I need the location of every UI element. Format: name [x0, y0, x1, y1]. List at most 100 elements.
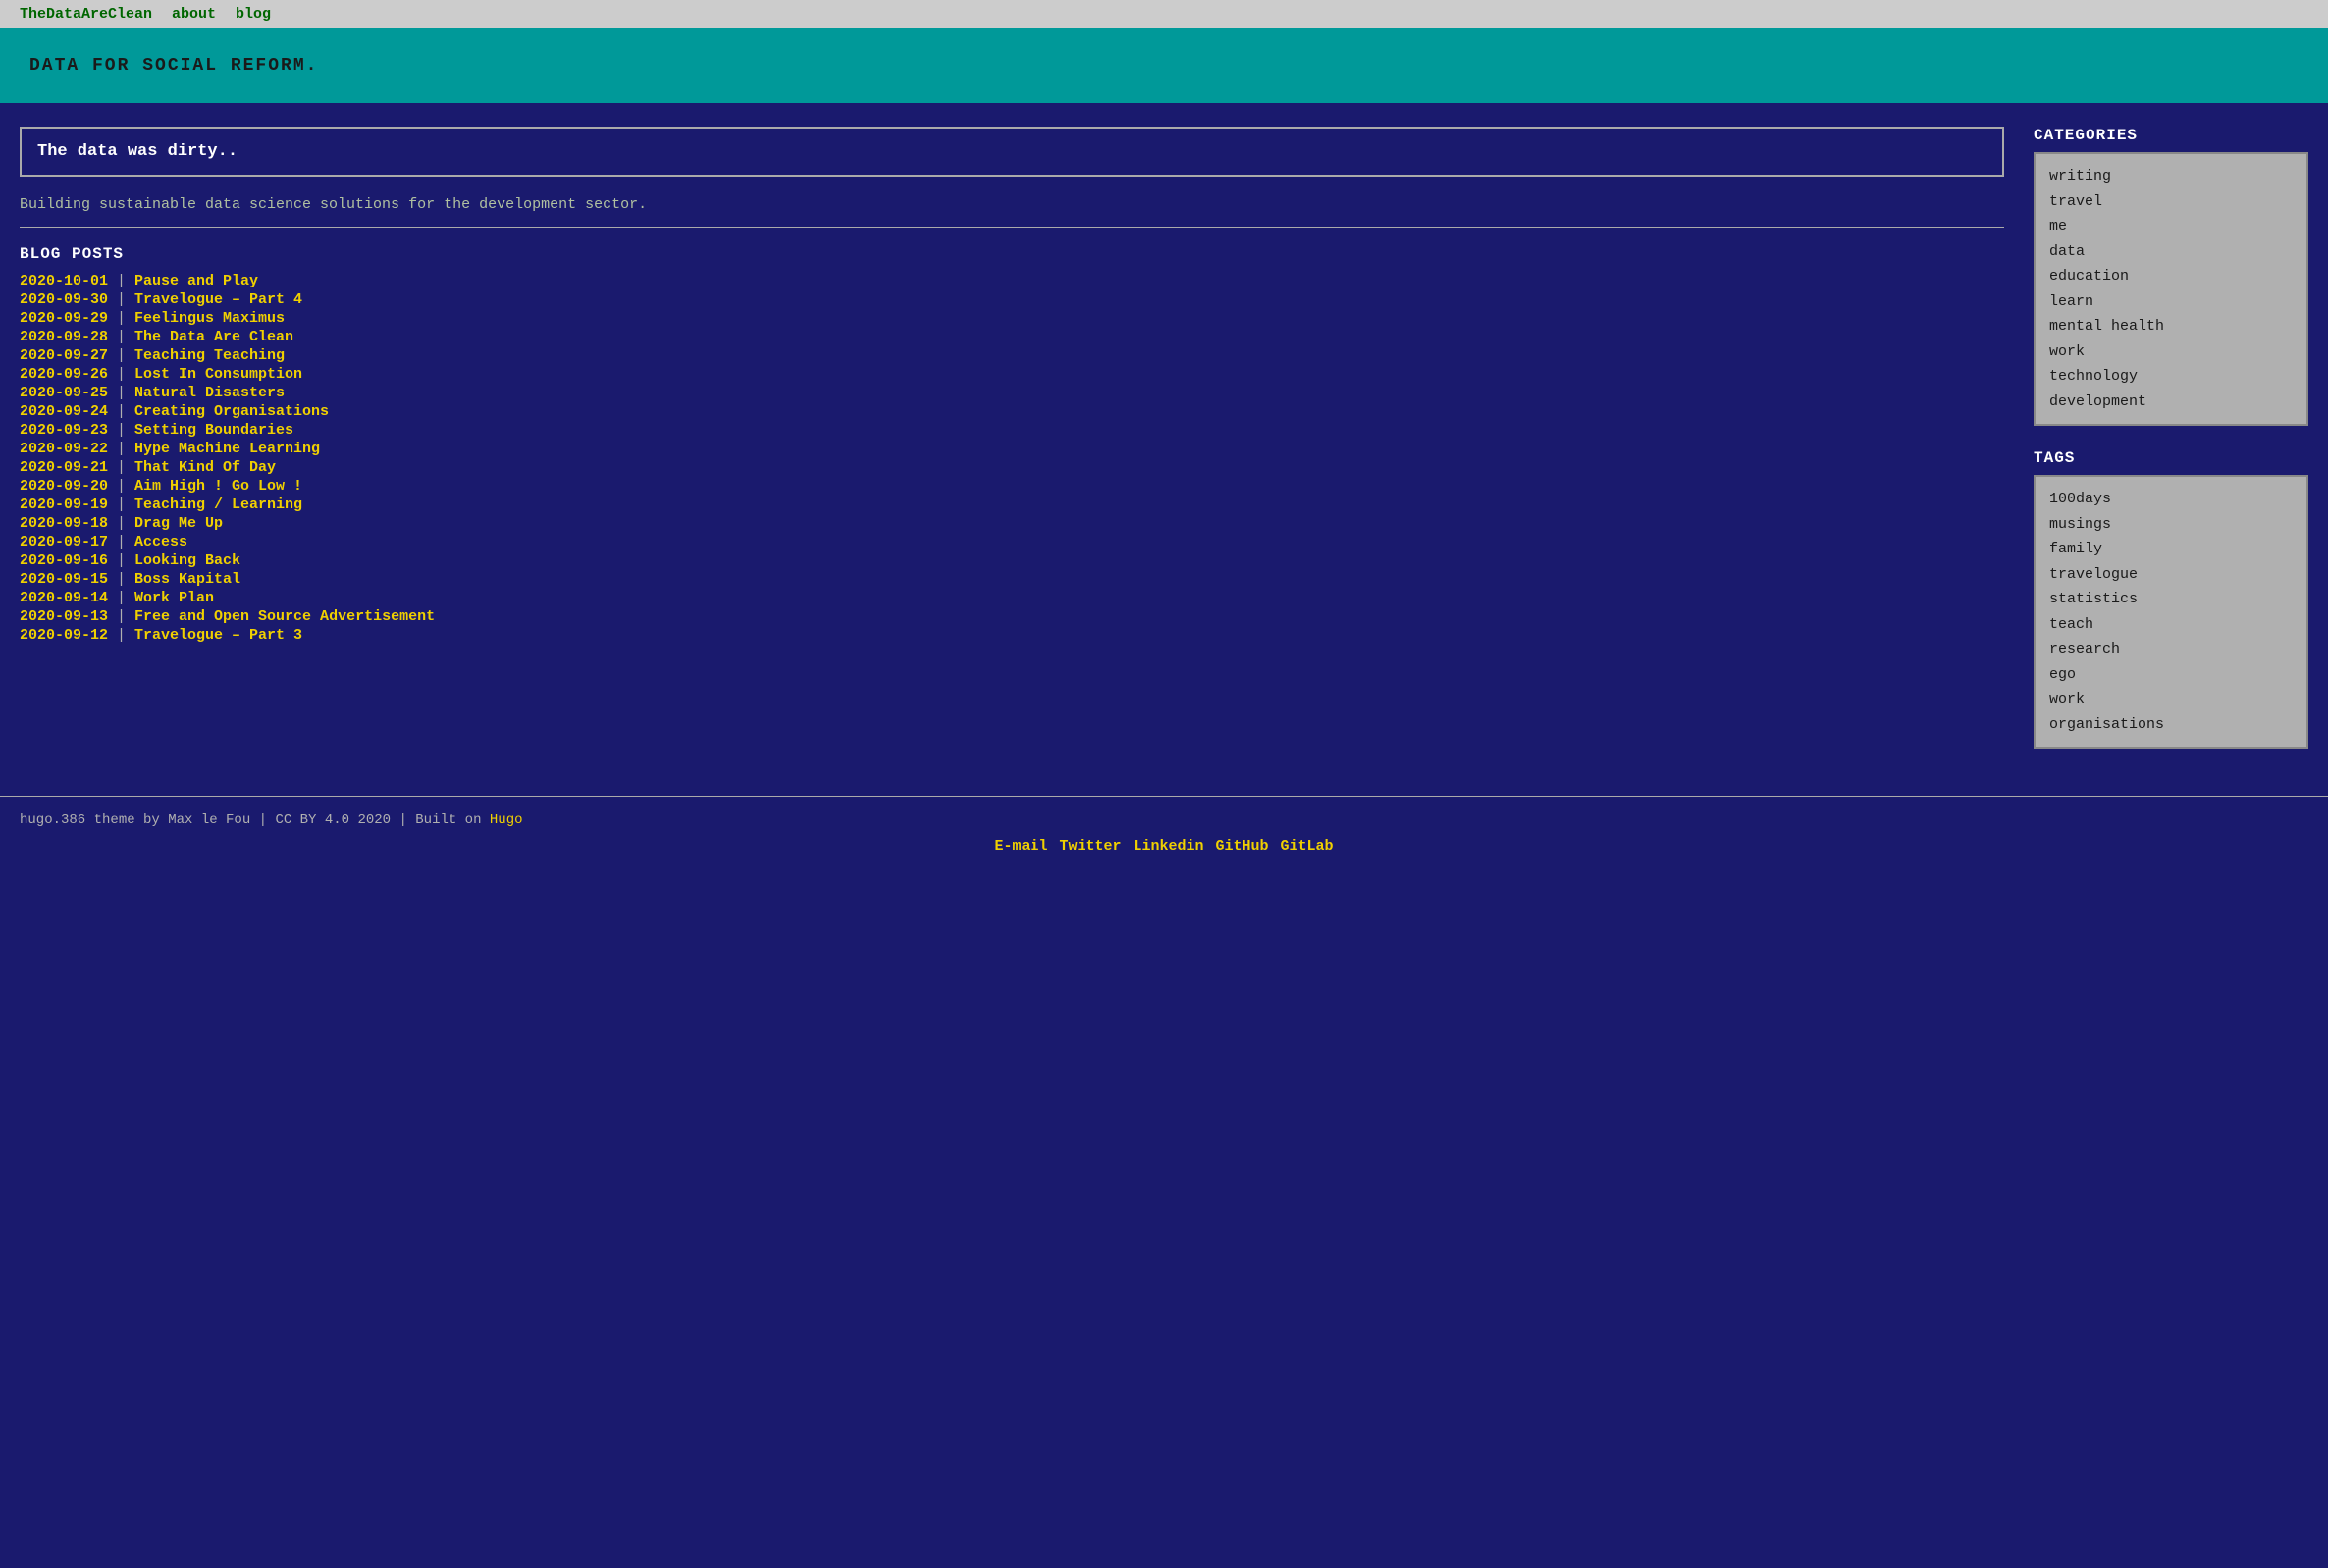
nav-site-title[interactable]: TheDataAreClean	[20, 6, 152, 23]
category-item[interactable]: development	[2049, 390, 2293, 415]
blog-post-link[interactable]: Teaching Teaching	[134, 347, 285, 364]
categories-box: writingtravelmedataeducationlearnmental …	[2034, 152, 2308, 426]
category-item[interactable]: education	[2049, 264, 2293, 289]
nav-blog[interactable]: blog	[236, 6, 271, 23]
blog-post-date: 2020-09-29	[20, 310, 108, 327]
footer-link-github[interactable]: GitHub	[1216, 838, 1269, 855]
tag-item[interactable]: travelogue	[2049, 562, 2293, 588]
tag-item[interactable]: teach	[2049, 612, 2293, 638]
blog-post-item: 2020-09-24 | Creating Organisations	[20, 403, 2004, 420]
footer-link-linkedin[interactable]: Linkedin	[1133, 838, 1203, 855]
blog-post-date: 2020-09-12	[20, 627, 108, 644]
blog-post-link[interactable]: Looking Back	[134, 552, 240, 569]
blog-post-date: 2020-09-14	[20, 590, 108, 606]
category-item[interactable]: work	[2049, 340, 2293, 365]
tag-item[interactable]: work	[2049, 687, 2293, 712]
blog-post-link[interactable]: That Kind Of Day	[134, 459, 276, 476]
category-item[interactable]: technology	[2049, 364, 2293, 390]
blog-post-date: 2020-09-28	[20, 329, 108, 345]
divider	[20, 227, 2004, 228]
tag-item[interactable]: statistics	[2049, 587, 2293, 612]
blog-post-separator: |	[108, 273, 134, 289]
blog-post-link[interactable]: Aim High ! Go Low !	[134, 478, 302, 495]
tag-item[interactable]: research	[2049, 637, 2293, 662]
blog-post-date: 2020-09-20	[20, 478, 108, 495]
blog-post-separator: |	[108, 627, 134, 644]
category-item[interactable]: me	[2049, 214, 2293, 239]
footer-link-twitter[interactable]: Twitter	[1059, 838, 1121, 855]
blog-post-link[interactable]: Teaching / Learning	[134, 497, 302, 513]
blog-post-date: 2020-09-16	[20, 552, 108, 569]
blog-post-separator: |	[108, 459, 134, 476]
blog-post-link[interactable]: Hype Machine Learning	[134, 441, 320, 457]
tags-title: TAGS	[2034, 449, 2308, 467]
blog-post-link[interactable]: Setting Boundaries	[134, 422, 293, 439]
blog-post-date: 2020-09-19	[20, 497, 108, 513]
blog-post-link[interactable]: Boss Kapital	[134, 571, 240, 588]
blog-post-link[interactable]: Creating Organisations	[134, 403, 329, 420]
blog-post-separator: |	[108, 291, 134, 308]
footer-link-e-mail[interactable]: E-mail	[994, 838, 1047, 855]
blog-post-link[interactable]: Travelogue – Part 3	[134, 627, 302, 644]
blog-post-date: 2020-09-18	[20, 515, 108, 532]
blog-post-link[interactable]: Drag Me Up	[134, 515, 223, 532]
blog-post-item: 2020-09-25 | Natural Disasters	[20, 385, 2004, 401]
blog-post-link[interactable]: Feelingus Maximus	[134, 310, 285, 327]
blog-post-date: 2020-10-01	[20, 273, 108, 289]
hero-title: DATA FOR SOCIAL REFORM.	[29, 56, 2299, 76]
blog-post-link[interactable]: Travelogue – Part 4	[134, 291, 302, 308]
main-layout: The data was dirty.. Building sustainabl…	[0, 103, 2328, 796]
blog-post-separator: |	[108, 478, 134, 495]
navbar: TheDataAreClean about blog	[0, 0, 2328, 28]
blog-post-link[interactable]: The Data Are Clean	[134, 329, 293, 345]
blog-post-item: 2020-09-12 | Travelogue – Part 3	[20, 627, 2004, 644]
blog-post-item: 2020-09-26 | Lost In Consumption	[20, 366, 2004, 383]
blog-post-separator: |	[108, 515, 134, 532]
blog-post-item: 2020-09-20 | Aim High ! Go Low !	[20, 478, 2004, 495]
tag-item[interactable]: ego	[2049, 662, 2293, 688]
hero-banner: DATA FOR SOCIAL REFORM.	[0, 28, 2328, 103]
blog-post-item: 2020-09-28 | The Data Are Clean	[20, 329, 2004, 345]
tag-item[interactable]: organisations	[2049, 712, 2293, 738]
blog-post-item: 2020-09-23 | Setting Boundaries	[20, 422, 2004, 439]
subtitle: Building sustainable data science soluti…	[20, 196, 2004, 213]
nav-about[interactable]: about	[172, 6, 216, 23]
blog-post-item: 2020-10-01 | Pause and Play	[20, 273, 2004, 289]
category-item[interactable]: learn	[2049, 289, 2293, 315]
category-item[interactable]: travel	[2049, 189, 2293, 215]
blog-post-item: 2020-09-27 | Teaching Teaching	[20, 347, 2004, 364]
blog-posts-list: 2020-10-01 | Pause and Play2020-09-30 | …	[20, 273, 2004, 644]
blog-post-link[interactable]: Free and Open Source Advertisement	[134, 608, 435, 625]
blog-post-item: 2020-09-13 | Free and Open Source Advert…	[20, 608, 2004, 625]
blog-post-date: 2020-09-24	[20, 403, 108, 420]
blog-post-link[interactable]: Pause and Play	[134, 273, 258, 289]
category-item[interactable]: writing	[2049, 164, 2293, 189]
blog-post-separator: |	[108, 366, 134, 383]
blog-post-separator: |	[108, 552, 134, 569]
blog-post-item: 2020-09-15 | Boss Kapital	[20, 571, 2004, 588]
blog-post-link[interactable]: Work Plan	[134, 590, 214, 606]
blog-post-date: 2020-09-17	[20, 534, 108, 550]
content-area: The data was dirty.. Building sustainabl…	[20, 127, 2004, 646]
blog-post-item: 2020-09-18 | Drag Me Up	[20, 515, 2004, 532]
blog-post-date: 2020-09-23	[20, 422, 108, 439]
blog-post-item: 2020-09-17 | Access	[20, 534, 2004, 550]
blog-post-date: 2020-09-22	[20, 441, 108, 457]
blog-post-item: 2020-09-16 | Looking Back	[20, 552, 2004, 569]
blog-post-date: 2020-09-13	[20, 608, 108, 625]
blog-post-link[interactable]: Lost In Consumption	[134, 366, 302, 383]
category-item[interactable]: data	[2049, 239, 2293, 265]
blog-post-link[interactable]: Natural Disasters	[134, 385, 285, 401]
footer-credit-text: hugo.386 theme by Max le Fou | CC BY 4.0…	[20, 812, 481, 828]
tag-item[interactable]: musings	[2049, 512, 2293, 538]
footer-hugo-link[interactable]: Hugo	[490, 812, 523, 828]
blog-post-item: 2020-09-29 | Feelingus Maximus	[20, 310, 2004, 327]
category-item[interactable]: mental health	[2049, 314, 2293, 340]
blog-post-link[interactable]: Access	[134, 534, 187, 550]
tag-item[interactable]: 100days	[2049, 487, 2293, 512]
footer: hugo.386 theme by Max le Fou | CC BY 4.0…	[0, 796, 2328, 864]
footer-link-gitlab[interactable]: GitLab	[1281, 838, 1334, 855]
tag-item[interactable]: family	[2049, 537, 2293, 562]
blog-post-item: 2020-09-21 | That Kind Of Day	[20, 459, 2004, 476]
blog-post-item: 2020-09-19 | Teaching / Learning	[20, 497, 2004, 513]
